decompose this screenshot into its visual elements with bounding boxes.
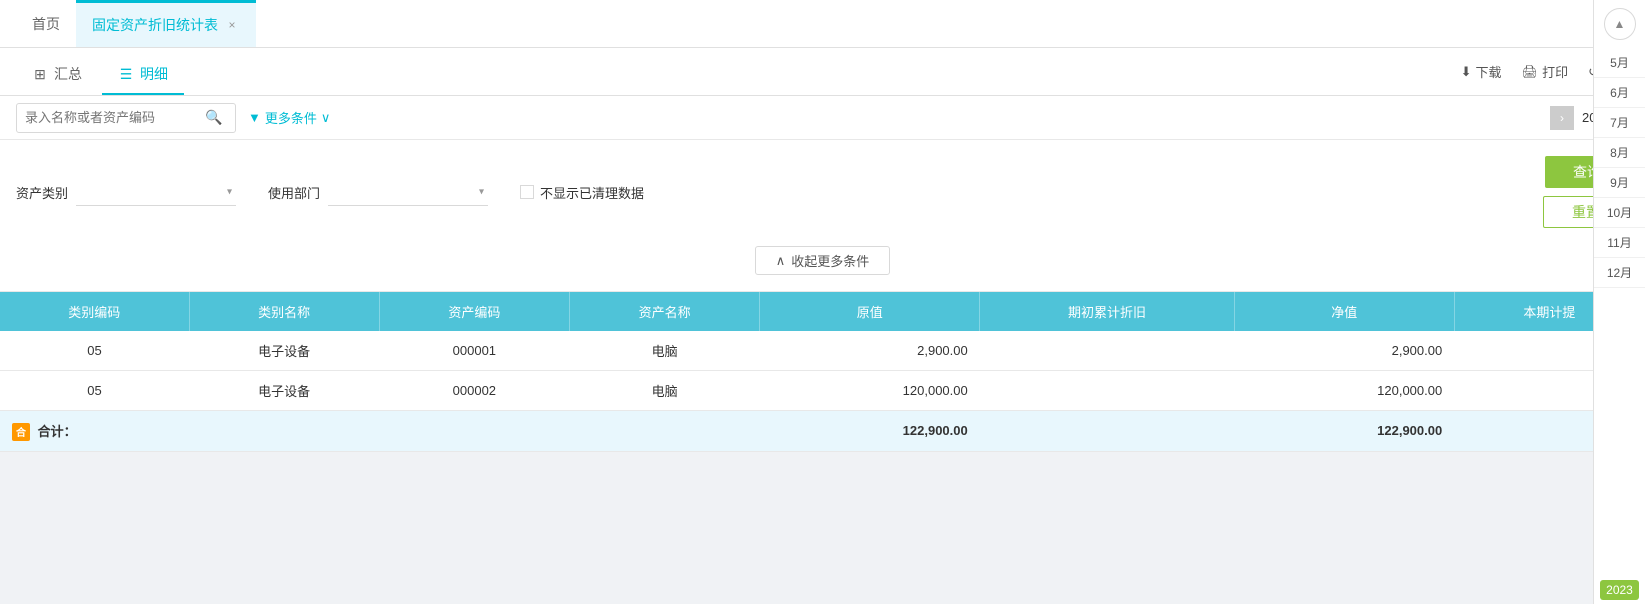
asset-category-label: 资产类别 — [16, 183, 68, 202]
year-badge[interactable]: 2023 — [1600, 580, 1639, 600]
asset-category-filter: 资产类别 ▾ — [16, 178, 236, 206]
month-11[interactable]: 11月 — [1594, 228, 1645, 258]
search-icon: 🔍 — [205, 109, 222, 126]
total-icon: 合 — [12, 423, 30, 441]
tab-summary-label: 汇总 — [54, 64, 82, 84]
month-6[interactable]: 6月 — [1594, 78, 1645, 108]
chevron-down-icon: ∨ — [321, 110, 331, 126]
col-asset-name: 资产名称 — [569, 292, 759, 331]
total-original-value: 122,900.00 — [760, 411, 980, 452]
sub-tab-bar: ⊞ 汇总 ☰ 明细 ⬇ 下载 🖨 打印 ↺ 刷新 — [0, 48, 1645, 96]
filter-icon: ▼ — [248, 110, 261, 125]
table-row[interactable]: 05 电子设备 000002 电脑 120,000.00 120,000.00 — [0, 371, 1645, 411]
cell-asset-name: 电脑 — [569, 371, 759, 411]
more-conditions-label: 更多条件 — [265, 108, 317, 127]
total-accumulated-depreciation — [980, 411, 1234, 452]
month-8[interactable]: 8月 — [1594, 138, 1645, 168]
more-conditions-button[interactable]: ▼ 更多条件 ∨ — [248, 108, 330, 127]
collapse-label: 收起更多条件 — [791, 251, 869, 270]
col-category-code: 类别编码 — [0, 292, 189, 331]
collapse-button[interactable]: ∧ 收起更多条件 — [755, 246, 891, 275]
cell-category-name: 电子设备 — [189, 371, 379, 411]
col-asset-code: 资产编码 — [379, 292, 569, 331]
department-select[interactable] — [328, 178, 488, 206]
cell-net-value: 120,000.00 — [1234, 371, 1454, 411]
detail-icon: ☰ — [118, 66, 134, 82]
col-original-value: 原值 — [760, 292, 980, 331]
month-9[interactable]: 9月 — [1594, 168, 1645, 198]
right-panel: ▲ 5月 6月 7月 8月 9月 10月 11月 12月 2023 — [1593, 0, 1645, 604]
nav-arrow-button[interactable]: › — [1550, 106, 1574, 130]
cell-category-name: 电子设备 — [189, 331, 379, 371]
download-button[interactable]: ⬇ 下载 — [1461, 62, 1502, 81]
active-tab[interactable]: 固定资产折旧统计表 × — [76, 0, 256, 47]
cell-net-value: 2,900.00 — [1234, 331, 1454, 371]
tab-detail[interactable]: ☰ 明细 — [102, 55, 184, 95]
col-accumulated-depreciation: 期初累计折旧 — [980, 292, 1234, 331]
scroll-up-button[interactable]: ▲ — [1604, 8, 1636, 40]
collapse-icon: ∧ — [776, 253, 786, 269]
download-label: 下载 — [1476, 62, 1502, 81]
col-net-value: 净值 — [1234, 292, 1454, 331]
download-icon: ⬇ — [1461, 64, 1472, 80]
print-button[interactable]: 🖨 打印 — [1522, 62, 1569, 81]
department-label: 使用部门 — [268, 183, 320, 202]
table-row[interactable]: 05 电子设备 000001 电脑 2,900.00 2,900.00 — [0, 331, 1645, 371]
col-category-name: 类别名称 — [189, 292, 379, 331]
cell-original-value: 120,000.00 — [760, 371, 980, 411]
cell-original-value: 2,900.00 — [760, 331, 980, 371]
cell-asset-code: 000002 — [379, 371, 569, 411]
filter-row: 资产类别 ▾ 使用部门 ▾ 不显示已清理数据 查询 重置 — [16, 156, 1629, 228]
table-header-row: 类别编码 类别名称 资产编码 资产名称 原值 期初累计折旧 净值 本期计提 — [0, 292, 1645, 331]
collapse-row: ∧ 收起更多条件 — [16, 240, 1629, 283]
cell-accumulated-depreciation — [980, 331, 1234, 371]
print-label: 打印 — [1542, 62, 1568, 81]
data-table: 类别编码 类别名称 资产编码 资产名称 原值 期初累计折旧 净值 本期计提 05… — [0, 292, 1645, 452]
search-input-wrap: 🔍 — [16, 103, 236, 133]
total-label: 合计： — [38, 424, 77, 439]
summary-icon: ⊞ — [32, 66, 48, 82]
total-row: 合 合计： 122,900.00 122,900.00 — [0, 411, 1645, 452]
search-bar: 🔍 ▼ 更多条件 ∨ › 2023.01 — [0, 96, 1645, 140]
table-wrap: 类别编码 类别名称 资产编码 资产名称 原值 期初累计折旧 净值 本期计提 05… — [0, 292, 1645, 452]
month-10[interactable]: 10月 — [1594, 198, 1645, 228]
cell-category-code: 05 — [0, 331, 189, 371]
cell-accumulated-depreciation — [980, 371, 1234, 411]
tab-close-icon[interactable]: × — [224, 17, 240, 33]
top-nav: 首页 固定资产折旧统计表 × ✕ — [0, 0, 1645, 48]
tab-label: 固定资产折旧统计表 — [92, 15, 218, 35]
total-label-cell: 合 合计： — [0, 411, 760, 452]
asset-category-select[interactable] — [76, 178, 236, 206]
department-filter: 使用部门 ▾ — [268, 178, 488, 206]
search-input[interactable] — [25, 110, 205, 125]
nav-home[interactable]: 首页 — [16, 0, 76, 47]
department-select-wrap: ▾ — [328, 178, 488, 206]
month-12[interactable]: 12月 — [1594, 258, 1645, 288]
cell-asset-code: 000001 — [379, 331, 569, 371]
sub-tabs: ⊞ 汇总 ☰ 明细 — [16, 48, 184, 95]
filter-panel: 资产类别 ▾ 使用部门 ▾ 不显示已清理数据 查询 重置 — [0, 140, 1645, 292]
hide-cleared-label: 不显示已清理数据 — [540, 183, 644, 202]
cell-category-code: 05 — [0, 371, 189, 411]
tab-detail-label: 明细 — [140, 64, 168, 84]
asset-category-select-wrap: ▾ — [76, 178, 236, 206]
tab-summary[interactable]: ⊞ 汇总 — [16, 55, 98, 95]
cell-asset-name: 电脑 — [569, 331, 759, 371]
month-7[interactable]: 7月 — [1594, 108, 1645, 138]
hide-cleared-wrap: 不显示已清理数据 — [520, 183, 644, 202]
total-net-value: 122,900.00 — [1234, 411, 1454, 452]
hide-cleared-checkbox[interactable] — [520, 185, 534, 199]
print-icon: 🖨 — [1522, 64, 1539, 80]
month-5[interactable]: 5月 — [1594, 48, 1645, 78]
